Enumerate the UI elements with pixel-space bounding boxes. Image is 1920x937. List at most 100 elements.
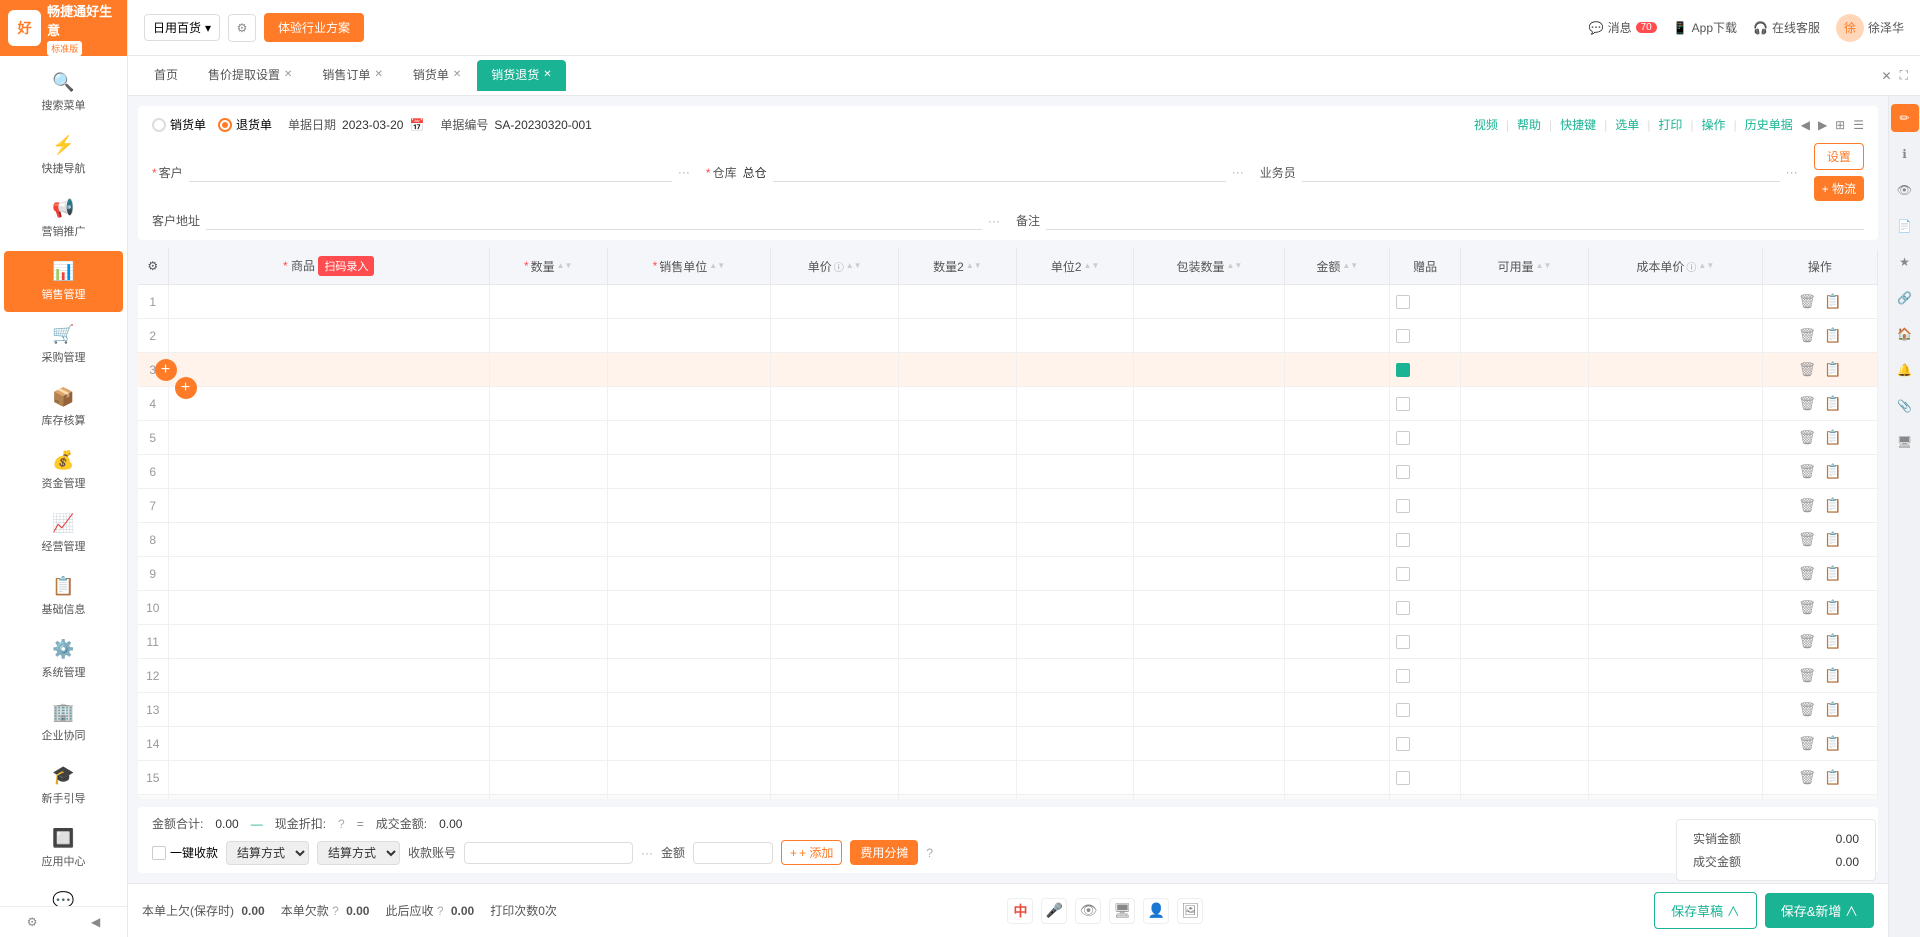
receivable-help[interactable]: ? [437, 904, 444, 918]
gift-cell-4[interactable] [1390, 387, 1461, 421]
right-panel-star-icon[interactable]: ★ [1891, 248, 1919, 276]
cost-price-cell-2[interactable] [1588, 319, 1762, 353]
unit-cell-15[interactable] [607, 761, 771, 795]
unit2-cell-11[interactable] [1016, 625, 1134, 659]
copy-btn-6[interactable]: 📋 [1822, 461, 1843, 482]
available-cell-15[interactable] [1461, 761, 1589, 795]
copy-btn-3[interactable]: 📋 [1822, 359, 1843, 380]
help-btn[interactable]: 帮助 [1517, 116, 1541, 133]
cost-price-cell-3[interactable] [1588, 353, 1762, 387]
unit-price-cell-5[interactable] [771, 421, 899, 455]
customer-dots[interactable]: ··· [678, 165, 690, 179]
pack-qty-cell-7[interactable] [1134, 489, 1285, 523]
unit-cell-5[interactable] [607, 421, 771, 455]
copy-btn-14[interactable]: 📋 [1822, 733, 1843, 754]
quantity-cell-1[interactable] [489, 285, 607, 319]
cost-price-cell-4[interactable] [1588, 387, 1762, 421]
gift-cell-11[interactable] [1390, 625, 1461, 659]
amount-cell-15[interactable] [1285, 761, 1390, 795]
sidebar-collapse-btn[interactable]: ◀ [91, 915, 100, 929]
gift-checkbox-10[interactable] [1396, 601, 1410, 615]
cost-price-cell-12[interactable] [1588, 659, 1762, 693]
right-panel-home-icon[interactable]: 🏠 [1891, 320, 1919, 348]
warehouse-input[interactable] [773, 163, 1226, 182]
delete-btn-6[interactable]: 🗑 [1796, 461, 1818, 482]
unit-price-cell-15[interactable] [771, 761, 899, 795]
quantity-cell-15[interactable] [489, 761, 607, 795]
mic-icon[interactable]: 🎤 [1041, 898, 1067, 924]
available-cell-7[interactable] [1461, 489, 1589, 523]
unit-cell-1[interactable] [607, 285, 771, 319]
product-cell-2[interactable] [168, 319, 489, 353]
gift-cell-12[interactable] [1390, 659, 1461, 693]
unit-cell-13[interactable] [607, 693, 771, 727]
eye-icon[interactable]: 👁 [1075, 898, 1101, 924]
amount-cell-1[interactable] [1285, 285, 1390, 319]
gift-checkbox-3[interactable] [1396, 363, 1410, 377]
sidebar-item-inventory[interactable]: 📦 库存核算 [4, 377, 123, 438]
product-cell-6[interactable] [168, 455, 489, 489]
delete-btn-3[interactable]: 🗑 [1796, 359, 1818, 380]
delete-btn-4[interactable]: 🗑 [1796, 393, 1818, 414]
one-click-pay-checkbox[interactable]: 一键收款 [152, 844, 218, 861]
save-new-btn[interactable]: 保存&新增 ∧ [1765, 893, 1874, 928]
app-download-btn[interactable]: 📱 App下载 [1673, 19, 1737, 36]
copy-btn-5[interactable]: 📋 [1822, 427, 1843, 448]
amount-cell-11[interactable] [1285, 625, 1390, 659]
copy-btn-12[interactable]: 📋 [1822, 665, 1843, 686]
unit2-cell-2[interactable] [1016, 319, 1134, 353]
salesperson-input[interactable] [1302, 163, 1780, 182]
radio-sales[interactable]: 销货单 [152, 116, 206, 133]
customer-input[interactable] [189, 163, 672, 182]
fee-split-btn[interactable]: 费用分摊 [850, 840, 918, 865]
unit2-cell-13[interactable] [1016, 693, 1134, 727]
product-cell-3[interactable]: + + [168, 353, 489, 387]
copy-btn-1[interactable]: 📋 [1822, 291, 1843, 312]
person-icon[interactable]: 👤 [1143, 898, 1169, 924]
gift-checkbox-5[interactable] [1396, 431, 1410, 445]
sidebar-item-appstore[interactable]: 🔲 应用中心 [4, 818, 123, 879]
quantity-cell-9[interactable] [489, 557, 607, 591]
sidebar-item-purchase[interactable]: 🛒 采购管理 [4, 314, 123, 375]
unit-price-cell-8[interactable] [771, 523, 899, 557]
salesperson-dots[interactable]: ··· [1786, 165, 1798, 179]
nav-prev-icon[interactable]: ◀ [1801, 118, 1810, 132]
tab-sales-order[interactable]: 销售订单 ✕ [308, 60, 396, 91]
pack-qty-cell-2[interactable] [1134, 319, 1285, 353]
delete-btn-5[interactable]: 🗑 [1796, 427, 1818, 448]
gift-checkbox-9[interactable] [1396, 567, 1410, 581]
copy-btn-9[interactable]: 📋 [1822, 563, 1843, 584]
unit-price-cell-7[interactable] [771, 489, 899, 523]
cost-price-cell-15[interactable] [1588, 761, 1762, 795]
fee-help-icon[interactable]: ? [926, 846, 933, 860]
messages-btn[interactable]: 💬 消息 70 [1589, 19, 1657, 36]
gift-cell-2[interactable] [1390, 319, 1461, 353]
available-cell-3[interactable] [1461, 353, 1589, 387]
delete-btn-13[interactable]: 🗑 [1796, 699, 1818, 720]
unit-cell-4[interactable] [607, 387, 771, 421]
gift-checkbox-1[interactable] [1396, 295, 1410, 309]
sidebar-item-shortcuts[interactable]: ⚡ 快捷导航 [4, 125, 123, 186]
sidebar-item-search[interactable]: 🔍 搜索菜单 [4, 62, 123, 123]
cost-price-cell-6[interactable] [1588, 455, 1762, 489]
available-cell-10[interactable] [1461, 591, 1589, 625]
cost-price-cell-10[interactable] [1588, 591, 1762, 625]
product-cell-11[interactable] [168, 625, 489, 659]
delete-btn-7[interactable]: 🗑 [1796, 495, 1818, 516]
quantity-cell-6[interactable] [489, 455, 607, 489]
unit2-cell-8[interactable] [1016, 523, 1134, 557]
product-cell-10[interactable] [168, 591, 489, 625]
pack-qty-cell-4[interactable] [1134, 387, 1285, 421]
quantity-cell-11[interactable] [489, 625, 607, 659]
gift-cell-9[interactable] [1390, 557, 1461, 591]
unit-cell-14[interactable] [607, 727, 771, 761]
cash-discount-help[interactable]: ? [338, 817, 345, 831]
pack-qty-cell-3[interactable] [1134, 353, 1285, 387]
amount-cell-6[interactable] [1285, 455, 1390, 489]
experience-btn[interactable]: 体验行业方案 [264, 13, 364, 42]
pack-qty-cell-1[interactable] [1134, 285, 1285, 319]
right-panel-bell-icon[interactable]: 🔔 [1891, 356, 1919, 384]
settle-method-select[interactable]: 结算方式 [226, 841, 309, 865]
input-method-icon[interactable]: 中 [1007, 898, 1033, 924]
shortcut-btn[interactable]: 快捷键 [1560, 116, 1596, 133]
